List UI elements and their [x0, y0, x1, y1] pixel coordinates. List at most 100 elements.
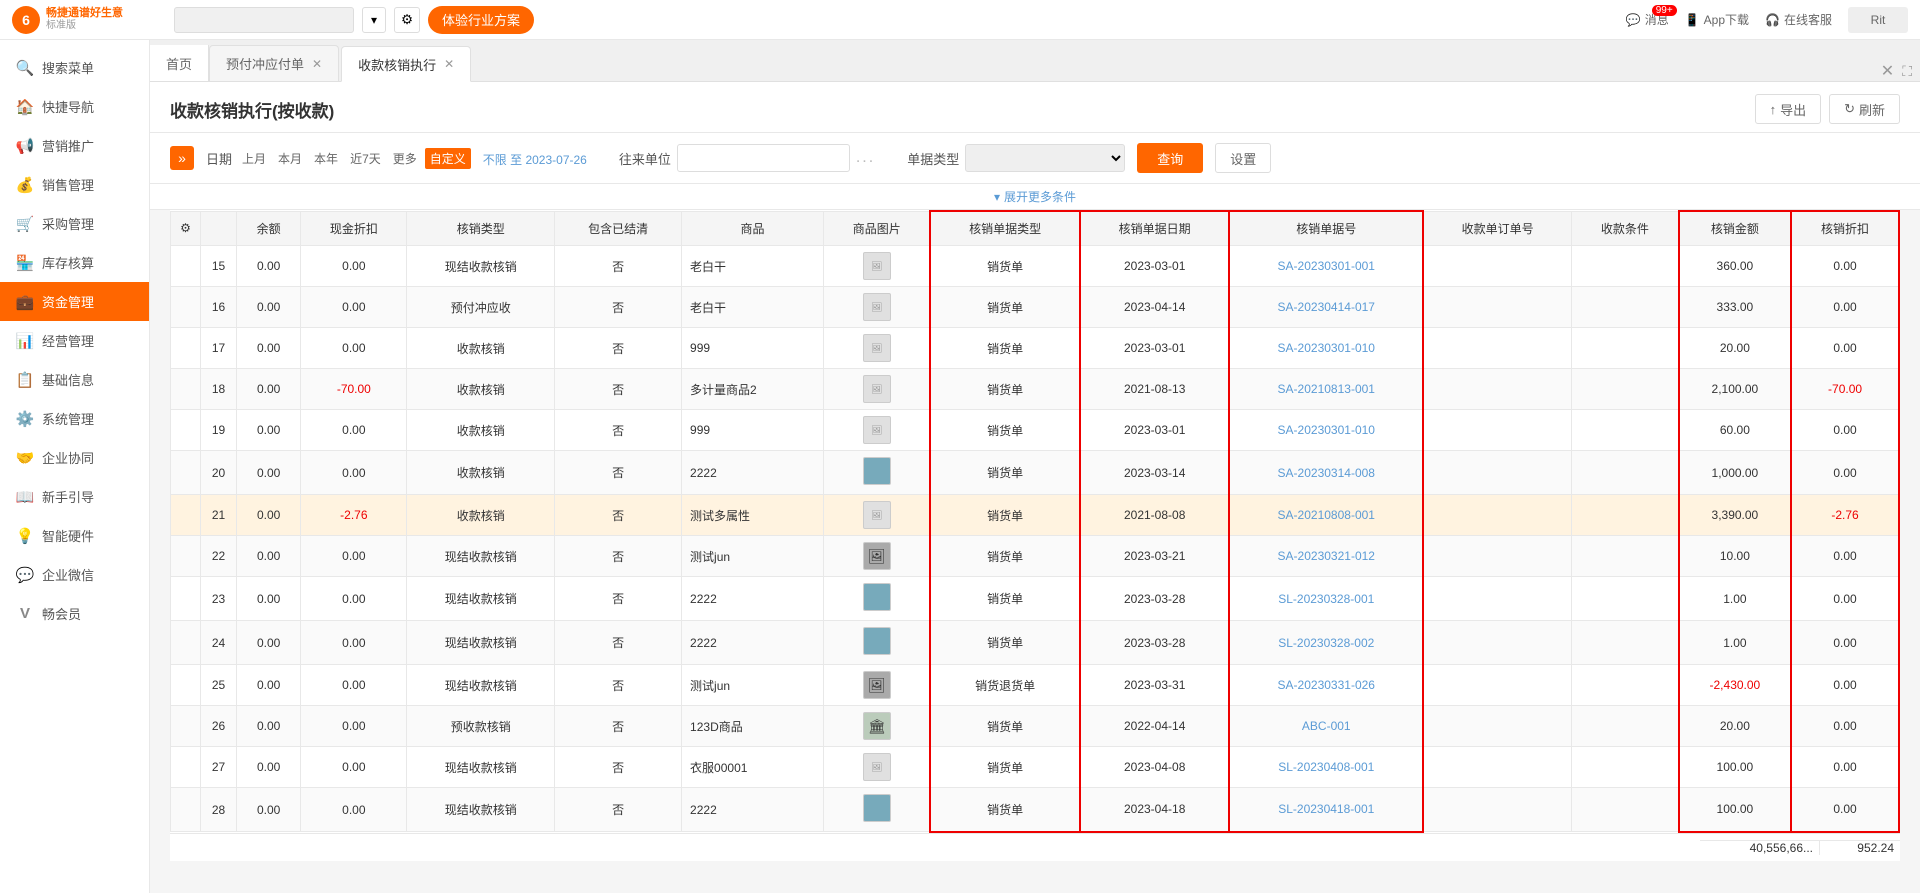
tab-prepay-close[interactable]: ✕ — [312, 57, 322, 71]
finance-icon: 💼 — [16, 293, 34, 311]
sidebar-item-search[interactable]: 🔍 搜索菜单 — [0, 48, 149, 87]
sidebar-item-inventory[interactable]: 🏪 库存核算 — [0, 243, 149, 282]
page-actions: ↑ 导出 ↻ 刷新 — [1755, 94, 1900, 124]
query-btn[interactable]: 查询 — [1137, 143, 1203, 173]
bill-no-link[interactable]: SA-20230314-008 — [1278, 466, 1375, 480]
table-row: 22 0.00 0.00 现结收款核销 否 测试jun 🖼 销货单 2023-0… — [171, 536, 1900, 577]
cell-balance: 0.00 — [237, 577, 301, 621]
cell-bill-no: SL-20230328-002 — [1229, 621, 1423, 665]
date-more[interactable]: 更多 — [389, 148, 421, 169]
th-settings[interactable]: ⚙ — [171, 211, 201, 246]
sidebar-item-quick[interactable]: 🏠 快捷导航 — [0, 87, 149, 126]
tab-expand-icon[interactable]: ⛶ — [1902, 63, 1912, 80]
bill-no-link[interactable]: SA-20230301-001 — [1278, 259, 1375, 273]
sidebar-item-hardware[interactable]: 💡 智能硬件 — [0, 516, 149, 555]
gear-btn[interactable]: ⚙ — [394, 7, 420, 33]
cell-verify-amount: -2,430.00 — [1679, 665, 1791, 706]
cell-settings — [171, 536, 201, 577]
sidebar-item-enterprise[interactable]: 🤝 企业协同 — [0, 438, 149, 477]
bill-no-link[interactable]: SL-20230418-001 — [1278, 802, 1374, 816]
sidebar-item-finance[interactable]: 💼 资金管理 — [0, 282, 149, 321]
bill-no-link[interactable]: SA-20230301-010 — [1278, 423, 1375, 437]
sidebar-item-basic[interactable]: 📋 基础信息 — [0, 360, 149, 399]
expand-more-btn[interactable]: ▾ 展开更多条件 — [994, 188, 1076, 205]
sidebar-item-member[interactable]: V 畅会员 — [0, 594, 149, 633]
bill-no-link[interactable]: SL-20230328-002 — [1278, 636, 1374, 650]
from-unit-input[interactable] — [677, 144, 850, 172]
export-btn[interactable]: ↑ 导出 — [1755, 94, 1822, 124]
dropdown-btn[interactable]: ▾ — [362, 7, 386, 33]
sidebar-label-hardware: 智能硬件 — [42, 526, 94, 545]
date-custom[interactable]: 自定义 — [425, 148, 471, 169]
filter-bar: » 日期 上月 本月 本年 近7天 更多 自定义 不限 至 202 — [150, 133, 1920, 184]
app-download-area[interactable]: 📱 App下载 — [1685, 11, 1749, 28]
cell-verify-discount: 0.00 — [1791, 536, 1899, 577]
sidebar-item-wechat[interactable]: 💬 企业微信 — [0, 555, 149, 594]
sidebar-item-sales[interactable]: 💰 销售管理 — [0, 165, 149, 204]
settings-icon[interactable]: ⚙ — [180, 221, 191, 235]
cell-include-settled: 否 — [555, 410, 682, 451]
bill-no-link[interactable]: SL-20230328-001 — [1278, 592, 1374, 606]
top-search-input[interactable] — [174, 7, 354, 33]
user-avatar[interactable]: Rit — [1848, 7, 1908, 33]
filter-expand-btn[interactable]: » — [170, 146, 194, 170]
sidebar-item-guide[interactable]: 📖 新手引导 — [0, 477, 149, 516]
bill-no-link[interactable]: SL-20230408-001 — [1278, 760, 1374, 774]
sidebar-item-marketing[interactable]: 📢 营销推广 — [0, 126, 149, 165]
cell-receipt-order-no — [1423, 788, 1572, 832]
cell-receipt-condition — [1572, 665, 1679, 706]
cell-product: 2222 — [682, 788, 824, 832]
sidebar-label-wechat: 企业微信 — [42, 565, 94, 584]
date-this-month[interactable]: 本月 — [274, 148, 306, 169]
bill-no-link[interactable]: SA-20230414-017 — [1278, 300, 1375, 314]
cell-receipt-order-no — [1423, 706, 1572, 747]
cell-num: 26 — [201, 706, 237, 747]
cell-receipt-order-no — [1423, 495, 1572, 536]
app-icon: 📱 — [1685, 13, 1700, 27]
cell-verify-amount: 100.00 — [1679, 747, 1791, 788]
hardware-icon: 💡 — [16, 527, 34, 545]
cell-product-img: 🖼 — [824, 747, 931, 788]
tab-receipt[interactable]: 收款核销执行 ✕ — [341, 46, 471, 82]
bill-type-select[interactable] — [965, 144, 1125, 172]
date-last-month[interactable]: 上月 — [238, 148, 270, 169]
cell-product: 999 — [682, 328, 824, 369]
cell-settings — [171, 246, 201, 287]
cell-verify-amount: 100.00 — [1679, 788, 1791, 832]
trial-btn[interactable]: 体验行业方案 — [428, 6, 534, 34]
table-footer: 40,556,66... 952.24 — [170, 833, 1900, 861]
table-container[interactable]: ⚙ 余额 现金折扣 核销类型 包含已结清 商品 商品图片 核销单据类型 核销 — [150, 210, 1920, 893]
sidebar-item-purchase[interactable]: 🛒 采购管理 — [0, 204, 149, 243]
sidebar-label-purchase: 采购管理 — [42, 214, 94, 233]
cell-num: 19 — [201, 410, 237, 451]
setting-btn[interactable]: 设置 — [1215, 143, 1271, 173]
wechat-icon: 💬 — [16, 566, 34, 584]
sidebar-item-operation[interactable]: 📊 经营管理 — [0, 321, 149, 360]
bill-no-link[interactable]: SA-20230331-026 — [1278, 678, 1375, 692]
cell-receipt-condition — [1572, 410, 1679, 451]
cell-bill-date: 2023-04-18 — [1080, 788, 1230, 832]
cell-bill-date: 2021-08-13 — [1080, 369, 1230, 410]
service-area[interactable]: 🎧 在线客服 — [1765, 11, 1832, 28]
tab-receipt-close[interactable]: ✕ — [444, 57, 454, 71]
refresh-btn[interactable]: ↻ 刷新 — [1829, 94, 1900, 124]
cell-bill-report-type: 销货单 — [930, 577, 1080, 621]
table-row: 19 0.00 0.00 收款核销 否 999 🖼 销货单 2023-03-01… — [171, 410, 1900, 451]
cell-include-settled: 否 — [555, 287, 682, 328]
tab-prepay[interactable]: 预付冲应付单 ✕ — [209, 45, 339, 81]
bill-no-link[interactable]: SA-20230301-010 — [1278, 341, 1375, 355]
tab-home[interactable]: 首页 — [150, 45, 209, 81]
bill-no-link[interactable]: SA-20230321-012 — [1278, 549, 1375, 563]
cell-cash-discount: 0.00 — [301, 577, 407, 621]
cell-product-img — [824, 451, 931, 495]
date-7days[interactable]: 近7天 — [346, 148, 385, 169]
bill-no-link[interactable]: SA-20210813-001 — [1278, 382, 1375, 396]
bill-no-link[interactable]: ABC-001 — [1302, 719, 1351, 733]
cell-cash-discount: 0.00 — [301, 788, 407, 832]
sidebar-item-system[interactable]: ⚙️ 系统管理 — [0, 399, 149, 438]
cell-product: 老白干 — [682, 287, 824, 328]
bill-no-link[interactable]: SA-20210808-001 — [1278, 508, 1375, 522]
message-icon-area[interactable]: 💬 消息 99+ — [1626, 11, 1669, 28]
date-this-year[interactable]: 本年 — [310, 148, 342, 169]
tab-close-icon[interactable]: ✕ — [1881, 61, 1894, 81]
